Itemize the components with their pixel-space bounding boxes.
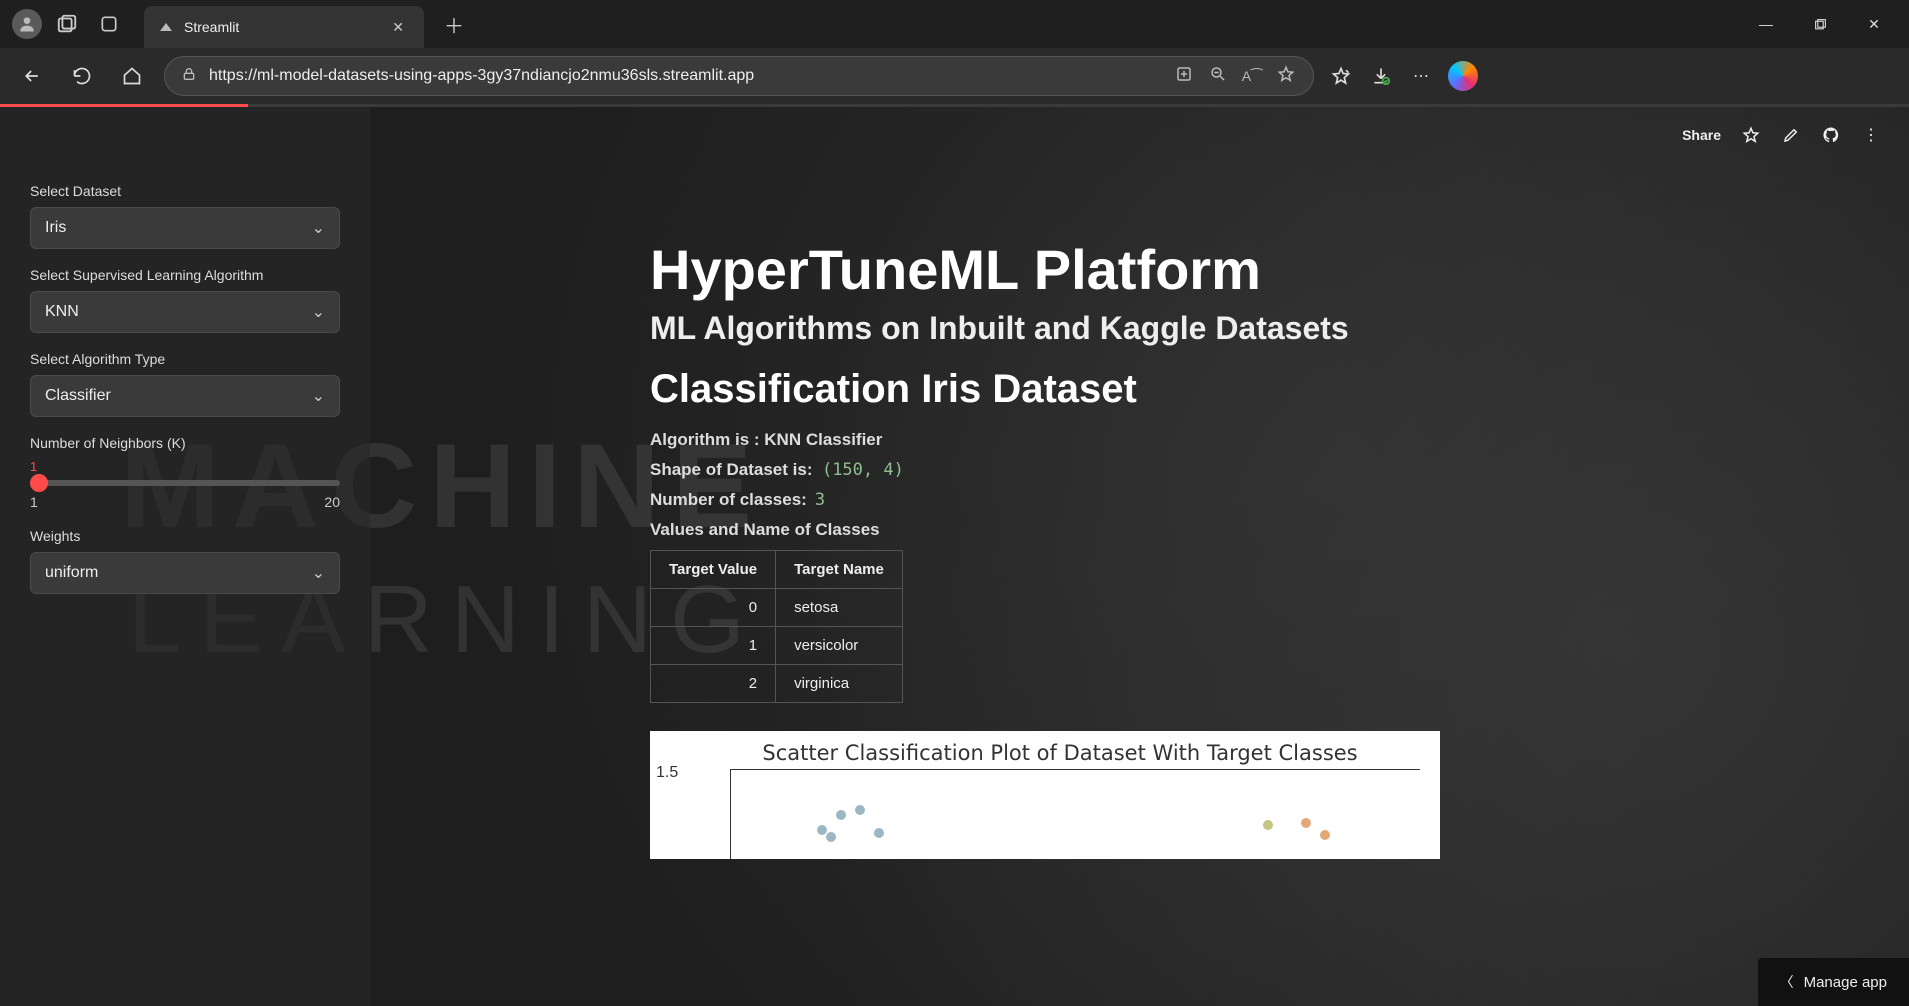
classes-table: Target Value Target Name 0setosa1versico… bbox=[650, 550, 903, 703]
scatter-point bbox=[1320, 830, 1330, 840]
streamlit-header: Share ⋮ bbox=[1682, 125, 1881, 145]
slider-track[interactable] bbox=[30, 480, 340, 486]
k-slider-min: 1 bbox=[30, 494, 38, 510]
window-maximize[interactable] bbox=[1797, 6, 1843, 42]
scatter-point bbox=[817, 825, 827, 835]
algorithm-select-value: KNN bbox=[45, 303, 79, 321]
cell-target-name: versicolor bbox=[776, 627, 903, 665]
manage-app-label: Manage app bbox=[1804, 974, 1887, 991]
k-slider-max: 20 bbox=[324, 494, 340, 510]
scatter-point bbox=[836, 810, 846, 820]
tab-actions-icon[interactable] bbox=[92, 7, 126, 41]
profile-avatar[interactable] bbox=[12, 9, 42, 39]
algorithm-info-line: Algorithm is : KNN Classifier bbox=[650, 430, 1550, 450]
url-input[interactable] bbox=[209, 67, 1161, 85]
weights-select-label: Weights bbox=[30, 528, 340, 544]
table-header-row: Target Value Target Name bbox=[651, 551, 903, 589]
chart-plot-area bbox=[730, 769, 1420, 859]
weights-select[interactable]: uniform ⌄ bbox=[30, 552, 340, 594]
app-menu-icon[interactable]: ⋮ bbox=[1861, 125, 1881, 145]
refresh-button[interactable] bbox=[64, 58, 100, 94]
k-slider-value: 1 bbox=[30, 459, 340, 474]
algotype-select-value: Classifier bbox=[45, 387, 111, 405]
more-menu-button[interactable]: ⋯ bbox=[1408, 63, 1434, 89]
streamlit-favicon bbox=[158, 19, 174, 35]
favorites-button[interactable] bbox=[1328, 63, 1354, 89]
algorithm-select[interactable]: KNN ⌄ bbox=[30, 291, 340, 333]
table-row: 1versicolor bbox=[651, 627, 903, 665]
new-tab-button[interactable]: ＋ bbox=[432, 4, 476, 45]
k-slider-label: Number of Neighbors (K) bbox=[30, 435, 340, 451]
table-row: 2virginica bbox=[651, 665, 903, 703]
th-target-name: Target Name bbox=[776, 551, 903, 589]
github-icon[interactable] bbox=[1821, 125, 1841, 145]
algotype-select[interactable]: Classifier ⌄ bbox=[30, 375, 340, 417]
tab-close-icon[interactable]: ✕ bbox=[386, 15, 410, 40]
window-minimize[interactable]: ― bbox=[1743, 6, 1789, 42]
downloads-button[interactable] bbox=[1368, 63, 1394, 89]
browser-toolbar: A⁀ ⋯ bbox=[0, 48, 1909, 104]
titlebar: Streamlit ✕ ＋ ― ✕ bbox=[0, 0, 1909, 48]
chevron-left-icon: 〈 bbox=[1780, 972, 1794, 992]
address-bar[interactable]: A⁀ bbox=[164, 56, 1314, 96]
cell-target-value: 1 bbox=[651, 627, 776, 665]
favorite-star-icon[interactable] bbox=[1275, 65, 1297, 88]
algorithm-select-label: Select Supervised Learning Algorithm bbox=[30, 267, 340, 283]
classes-header: Values and Name of Classes bbox=[650, 520, 1550, 540]
scatter-chart: Scatter Classification Plot of Dataset W… bbox=[650, 731, 1440, 859]
read-aloud-icon[interactable]: A⁀ bbox=[1241, 68, 1263, 85]
manage-app-button[interactable]: 〈 Manage app bbox=[1758, 958, 1909, 1006]
k-slider[interactable]: 1 1 20 bbox=[30, 459, 340, 510]
shape-info-line: Shape of Dataset is: (150, 4) bbox=[650, 460, 1550, 480]
dataset-select-value: Iris bbox=[45, 219, 66, 237]
chevron-down-icon: ⌄ bbox=[312, 218, 325, 238]
cell-target-value: 2 bbox=[651, 665, 776, 703]
cell-target-name: virginica bbox=[776, 665, 903, 703]
cell-target-name: setosa bbox=[776, 589, 903, 627]
main-content: HyperTuneML Platform ML Algorithms on In… bbox=[370, 107, 1909, 1006]
page-subtitle: ML Algorithms on Inbuilt and Kaggle Data… bbox=[650, 310, 1550, 347]
copilot-icon[interactable] bbox=[1448, 61, 1478, 91]
home-button[interactable] bbox=[114, 58, 150, 94]
star-icon[interactable] bbox=[1741, 125, 1761, 145]
chevron-down-icon: ⌄ bbox=[312, 563, 325, 583]
page-title: HyperTuneML Platform bbox=[650, 237, 1550, 302]
section-heading: Classification Iris Dataset bbox=[650, 367, 1550, 412]
workspaces-icon[interactable] bbox=[50, 7, 84, 41]
scatter-point bbox=[826, 832, 836, 842]
scatter-point bbox=[874, 828, 884, 838]
window-close[interactable]: ✕ bbox=[1851, 6, 1897, 42]
dataset-select[interactable]: Iris ⌄ bbox=[30, 207, 340, 249]
extensions-icon[interactable] bbox=[1173, 65, 1195, 88]
chart-title: Scatter Classification Plot of Dataset W… bbox=[690, 741, 1430, 765]
back-button[interactable] bbox=[14, 58, 50, 94]
chart-ytick: 1.5 bbox=[656, 764, 678, 782]
slider-thumb[interactable] bbox=[30, 474, 48, 492]
zoom-icon[interactable] bbox=[1207, 65, 1229, 88]
algotype-select-label: Select Algorithm Type bbox=[30, 351, 340, 367]
edit-icon[interactable] bbox=[1781, 125, 1801, 145]
numclasses-info-line: Number of classes:3 bbox=[650, 490, 1550, 510]
share-button[interactable]: Share bbox=[1682, 127, 1721, 143]
chevron-down-icon: ⌄ bbox=[312, 302, 325, 322]
lock-icon bbox=[181, 66, 197, 87]
weights-select-value: uniform bbox=[45, 564, 98, 582]
tab-title: Streamlit bbox=[184, 19, 386, 35]
scatter-point bbox=[855, 805, 865, 815]
sidebar: Select Dataset Iris ⌄ Select Supervised … bbox=[0, 107, 370, 1006]
th-target-value: Target Value bbox=[651, 551, 776, 589]
browser-tab[interactable]: Streamlit ✕ bbox=[144, 6, 424, 48]
cell-target-value: 0 bbox=[651, 589, 776, 627]
scatter-point bbox=[1263, 820, 1273, 830]
chevron-down-icon: ⌄ bbox=[312, 386, 325, 406]
dataset-select-label: Select Dataset bbox=[30, 183, 340, 199]
scatter-point bbox=[1301, 818, 1311, 828]
table-row: 0setosa bbox=[651, 589, 903, 627]
